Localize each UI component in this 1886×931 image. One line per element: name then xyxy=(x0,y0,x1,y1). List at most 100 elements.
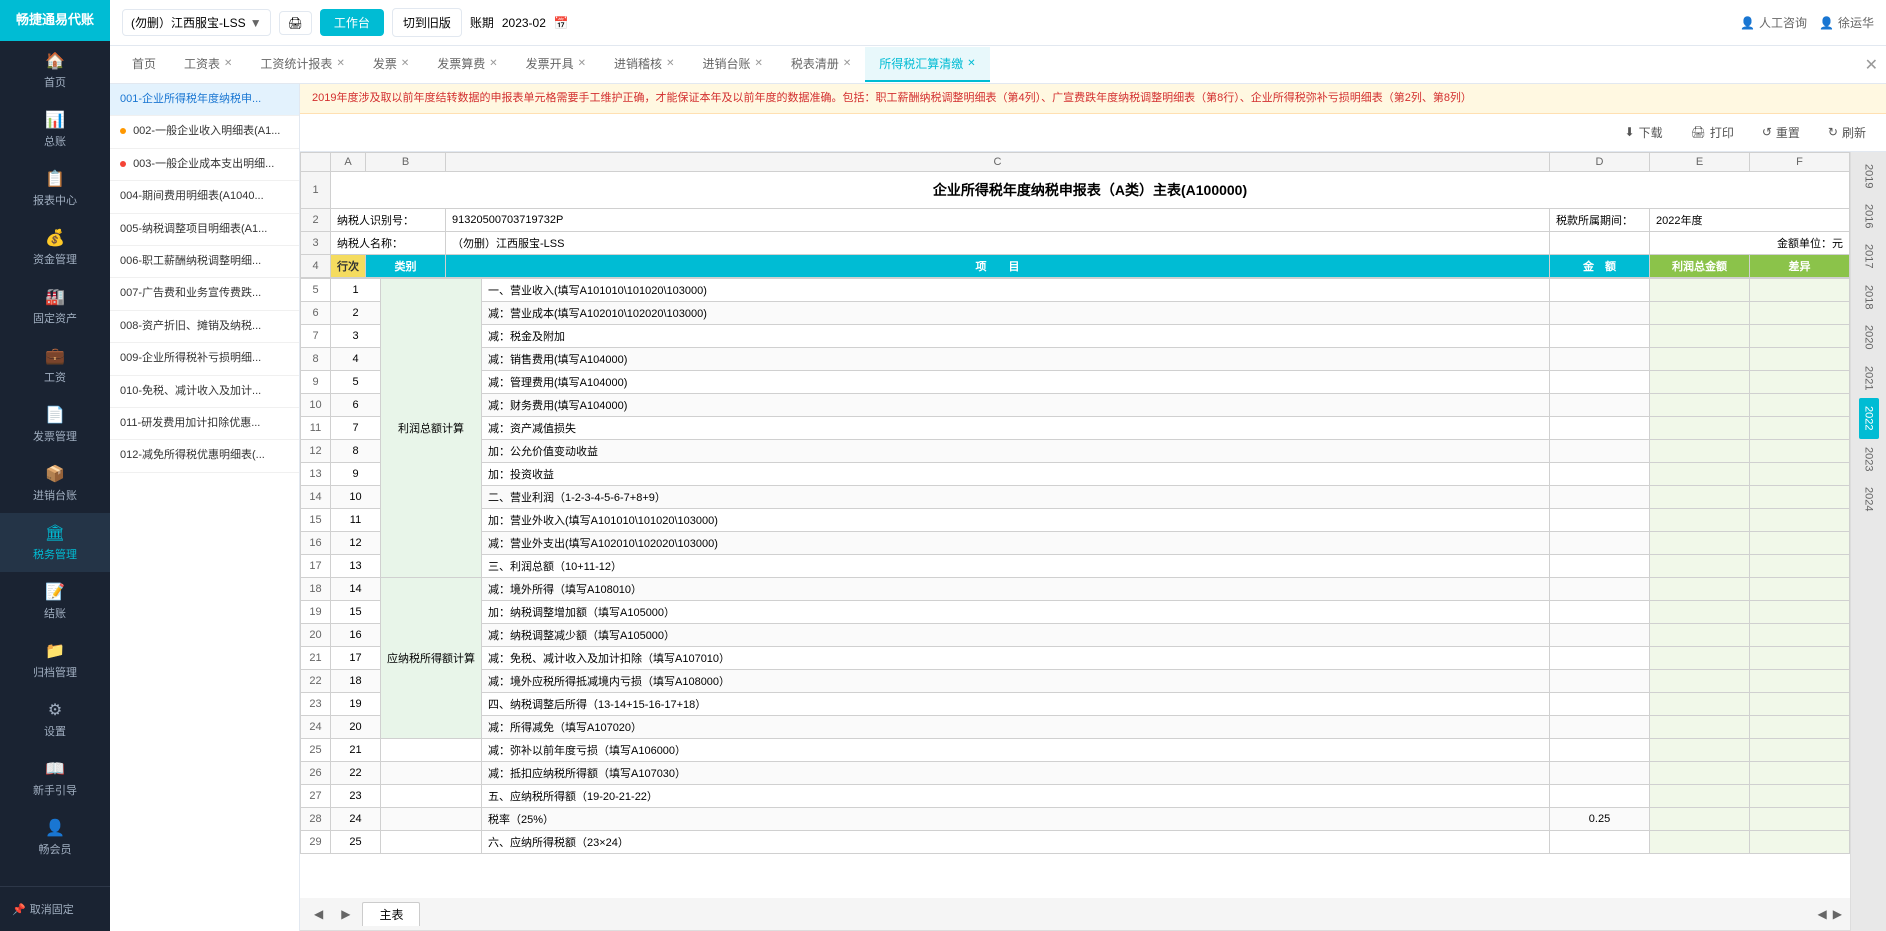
year-2018[interactable]: 2018 xyxy=(1859,277,1879,317)
col-amount-cell[interactable] xyxy=(1550,738,1650,761)
col-amount-cell[interactable] xyxy=(1550,439,1650,462)
spreadsheet-container[interactable]: A B C D E F xyxy=(300,152,1850,899)
col-diff-cell[interactable] xyxy=(1750,807,1850,830)
list-item-010[interactable]: 010-免税、减计收入及加计... xyxy=(110,376,299,408)
sidebar-item-settings[interactable]: ⚙ 设置 xyxy=(0,690,110,749)
col-profit-cell[interactable] xyxy=(1650,830,1750,853)
col-diff-cell[interactable] xyxy=(1750,416,1850,439)
nav-next[interactable]: ▶ xyxy=(335,905,356,923)
col-amount-cell[interactable] xyxy=(1550,324,1650,347)
tab-invoice-open[interactable]: 发票开具 ✕ xyxy=(512,47,600,82)
sheet-tab-main[interactable]: 主表 xyxy=(362,902,420,926)
print-icon-btn[interactable]: 🖨 xyxy=(279,11,312,35)
col-profit-cell[interactable] xyxy=(1650,439,1750,462)
tab-income-tax-close[interactable]: ✕ xyxy=(967,58,975,69)
year-2017[interactable]: 2017 xyxy=(1859,236,1879,276)
ai-consult-button[interactable]: 👤 人工咨询 xyxy=(1740,14,1807,31)
download-button[interactable]: ⬇ 下载 xyxy=(1617,120,1671,145)
company-selector[interactable]: (勿删）江西服宝-LSS ▼ xyxy=(122,9,271,36)
reset-button[interactable]: ↺ 重置 xyxy=(1754,120,1808,145)
year-2024[interactable]: 2024 xyxy=(1859,479,1879,519)
list-item-002[interactable]: 002-一般企业收入明细表(A1... xyxy=(110,116,299,148)
col-profit-cell[interactable] xyxy=(1650,531,1750,554)
year-2019[interactable]: 2019 xyxy=(1859,156,1879,196)
year-2023[interactable]: 2023 xyxy=(1859,439,1879,479)
scroll-left-icon[interactable]: ◀ xyxy=(1818,907,1827,921)
col-amount-cell[interactable] xyxy=(1550,370,1650,393)
col-profit-cell[interactable] xyxy=(1650,301,1750,324)
col-profit-cell[interactable] xyxy=(1650,692,1750,715)
col-diff-cell[interactable] xyxy=(1750,669,1850,692)
col-amount-cell[interactable] xyxy=(1550,554,1650,577)
list-item-001[interactable]: 001-企业所得税年度纳税申... xyxy=(110,84,299,116)
col-amount-cell[interactable] xyxy=(1550,600,1650,623)
sidebar-item-ledger[interactable]: 📊 总账 xyxy=(0,100,110,159)
tab-income-tax[interactable]: 所得税汇算清缴 ✕ xyxy=(865,47,989,82)
calendar-icon[interactable]: 📅 xyxy=(554,16,569,30)
col-diff-cell[interactable] xyxy=(1750,439,1850,462)
tab-invoice-close[interactable]: ✕ xyxy=(401,58,409,69)
tab-ledger[interactable]: 进销台账 ✕ xyxy=(688,47,776,82)
col-profit-cell[interactable] xyxy=(1650,393,1750,416)
col-profit-cell[interactable] xyxy=(1650,485,1750,508)
col-profit-cell[interactable] xyxy=(1650,784,1750,807)
col-diff-cell[interactable] xyxy=(1750,784,1850,807)
col-profit-cell[interactable] xyxy=(1650,347,1750,370)
tab-ledger-close[interactable]: ✕ xyxy=(754,58,762,69)
sidebar-item-home[interactable]: 🏠 首页 xyxy=(0,41,110,100)
col-diff-cell[interactable] xyxy=(1750,738,1850,761)
scroll-right-icon[interactable]: ▶ xyxy=(1833,907,1842,921)
user-menu[interactable]: 👤 徐运华 xyxy=(1819,14,1874,31)
col-diff-cell[interactable] xyxy=(1750,301,1850,324)
tab-invoice[interactable]: 发票 ✕ xyxy=(359,47,423,82)
col-amount-cell[interactable] xyxy=(1550,669,1650,692)
col-amount-cell[interactable] xyxy=(1550,623,1650,646)
tab-tax-clear-close[interactable]: ✕ xyxy=(843,58,851,69)
col-profit-cell[interactable] xyxy=(1650,807,1750,830)
col-profit-cell[interactable] xyxy=(1650,669,1750,692)
sidebar-item-closing[interactable]: 📝 结账 xyxy=(0,572,110,631)
col-amount-cell[interactable] xyxy=(1550,416,1650,439)
col-diff-cell[interactable] xyxy=(1750,278,1850,301)
col-amount-cell[interactable] xyxy=(1550,784,1650,807)
sidebar-item-assets[interactable]: 🏭 固定资产 xyxy=(0,277,110,336)
col-amount-cell[interactable] xyxy=(1550,462,1650,485)
col-amount-cell[interactable] xyxy=(1550,301,1650,324)
list-item-003[interactable]: 003-一般企业成本支出明细... xyxy=(110,149,299,181)
unpin-button[interactable]: 📌 取消固定 xyxy=(8,895,102,923)
col-amount-cell[interactable] xyxy=(1550,393,1650,416)
workbench-button[interactable]: 工作台 xyxy=(320,9,384,36)
tab-payroll-stats[interactable]: 工资统计报表 ✕ xyxy=(246,47,358,82)
list-item-005[interactable]: 005-纳税调整项目明细表(A1... xyxy=(110,214,299,246)
list-item-011[interactable]: 011-研发费用加计扣除优惠... xyxy=(110,408,299,440)
col-amount-cell[interactable] xyxy=(1550,692,1650,715)
col-diff-cell[interactable] xyxy=(1750,830,1850,853)
col-diff-cell[interactable] xyxy=(1750,623,1850,646)
tab-invoice-fee[interactable]: 发票算费 ✕ xyxy=(423,47,511,82)
col-diff-cell[interactable] xyxy=(1750,646,1850,669)
col-diff-cell[interactable] xyxy=(1750,715,1850,738)
col-diff-cell[interactable] xyxy=(1750,531,1850,554)
nav-prev[interactable]: ◀ xyxy=(308,905,329,923)
col-amount-cell[interactable] xyxy=(1550,715,1650,738)
col-diff-cell[interactable] xyxy=(1750,600,1850,623)
year-2022[interactable]: 2022 xyxy=(1859,398,1879,438)
col-profit-cell[interactable] xyxy=(1650,554,1750,577)
col-diff-cell[interactable] xyxy=(1750,692,1850,715)
col-amount-cell[interactable] xyxy=(1550,531,1650,554)
list-item-007[interactable]: 007-广告费和业务宣传费跌... xyxy=(110,278,299,310)
sidebar-item-funds[interactable]: 💰 资金管理 xyxy=(0,218,110,277)
col-amount-cell[interactable] xyxy=(1550,761,1650,784)
col-amount-cell[interactable] xyxy=(1550,347,1650,370)
col-diff-cell[interactable] xyxy=(1750,761,1850,784)
col-profit-cell[interactable] xyxy=(1650,462,1750,485)
col-amount-cell[interactable] xyxy=(1550,830,1650,853)
tab-home[interactable]: 首页 xyxy=(118,47,170,82)
col-diff-cell[interactable] xyxy=(1750,577,1850,600)
switch-button[interactable]: 切到旧版 xyxy=(392,8,462,37)
tab-invoice-open-close[interactable]: ✕ xyxy=(578,58,586,69)
tab-payroll-stats-close[interactable]: ✕ xyxy=(336,58,344,69)
year-2020[interactable]: 2020 xyxy=(1859,317,1879,357)
tabbar-close-all[interactable]: ✕ xyxy=(1865,55,1878,75)
tab-tax-clear[interactable]: 税表清册 ✕ xyxy=(777,47,865,82)
